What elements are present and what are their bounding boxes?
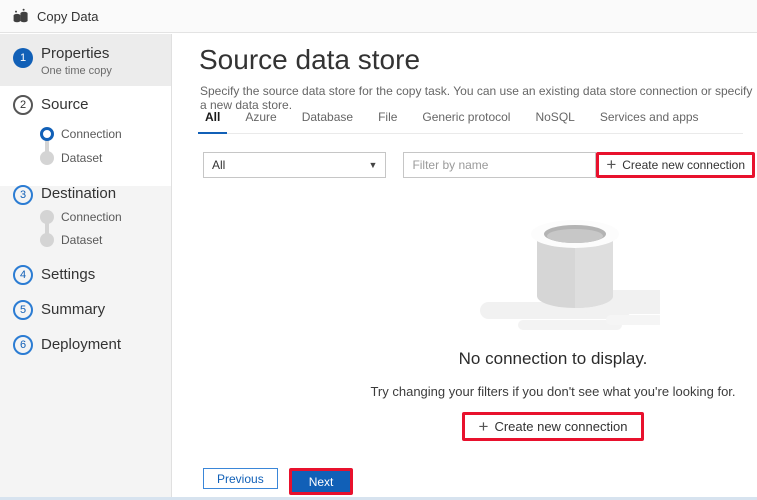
tab-all[interactable]: All [198,110,227,133]
create-new-connection-button[interactable]: + Create new connection [599,155,752,175]
empty-state: No connection to display. Try changing y… [333,204,757,441]
substep-circle-dataset [40,233,54,247]
category-tabs: All Azure Database File Generic protocol… [198,110,743,134]
step-label: Destination [41,185,116,202]
annotation-highlight-top: + Create new connection [596,152,755,178]
empty-database-illustration [480,204,660,334]
step-number-badge: 5 [13,300,33,320]
wizard-footer: Previous Next [203,468,353,495]
step-number-badge: 3 [13,185,33,205]
plus-icon: + [479,420,489,434]
step-description: One time copy [41,65,112,77]
annotation-highlight-center: + Create new connection [462,412,645,441]
step-label: Settings [41,266,95,283]
copy-data-wizard-window: Copy Data 1 Properties One time copy 2 S… [0,0,757,500]
wizard-sidebar: 1 Properties One time copy 2 Source Conn… [0,34,172,497]
page-title: Source data store [199,44,420,76]
empty-state-title: No connection to display. [333,349,757,369]
filter-row: All ▼ + Create new connection [203,152,755,178]
substep-label-connection: Connection [61,127,122,141]
sidebar-item-source[interactable]: 2 Source Connection Dataset [0,86,171,186]
substep-label-connection: Connection [61,210,122,224]
step-label: Summary [41,301,105,318]
step-number-badge: 6 [13,335,33,355]
annotation-highlight-next: Next [289,468,354,495]
filter-by-name-input[interactable] [403,152,596,178]
tab-nosql[interactable]: NoSQL [528,110,581,133]
step-label: Source [41,96,89,113]
sidebar-item-properties[interactable]: 1 Properties One time copy [0,34,171,86]
connection-type-dropdown[interactable]: All ▼ [203,152,386,178]
tab-services-and-apps[interactable]: Services and apps [593,110,706,133]
step-number-badge: 4 [13,265,33,285]
app-title: Copy Data [37,9,98,24]
step-number-badge: 2 [13,95,33,115]
substep-label-dataset: Dataset [61,233,102,247]
page-subtitle: Specify the source data store for the co… [200,84,757,112]
chevron-down-icon: ▼ [369,153,378,177]
empty-state-hint: Try changing your filters if you don't s… [333,384,757,399]
tab-azure[interactable]: Azure [238,110,283,133]
step-label: Properties [41,45,109,62]
copy-data-icon [12,8,29,25]
tab-file[interactable]: File [371,110,404,133]
plus-icon: + [606,158,616,172]
app-header: Copy Data [0,0,757,33]
main-panel: Source data store Specify the source dat… [173,34,757,497]
step-number-badge: 1 [13,48,33,68]
tab-database[interactable]: Database [295,110,360,133]
create-new-connection-button-center[interactable]: + Create new connection [465,415,642,438]
tab-generic-protocol[interactable]: Generic protocol [415,110,517,133]
substep-label-dataset: Dataset [61,151,102,165]
previous-button[interactable]: Previous [203,468,278,489]
next-button[interactable]: Next [292,471,351,492]
step-label: Deployment [41,336,121,353]
substep-circle-connection [40,210,54,224]
substep-circle-connection [40,127,54,141]
substep-circle-dataset [40,151,54,165]
dropdown-value: All [212,158,225,172]
